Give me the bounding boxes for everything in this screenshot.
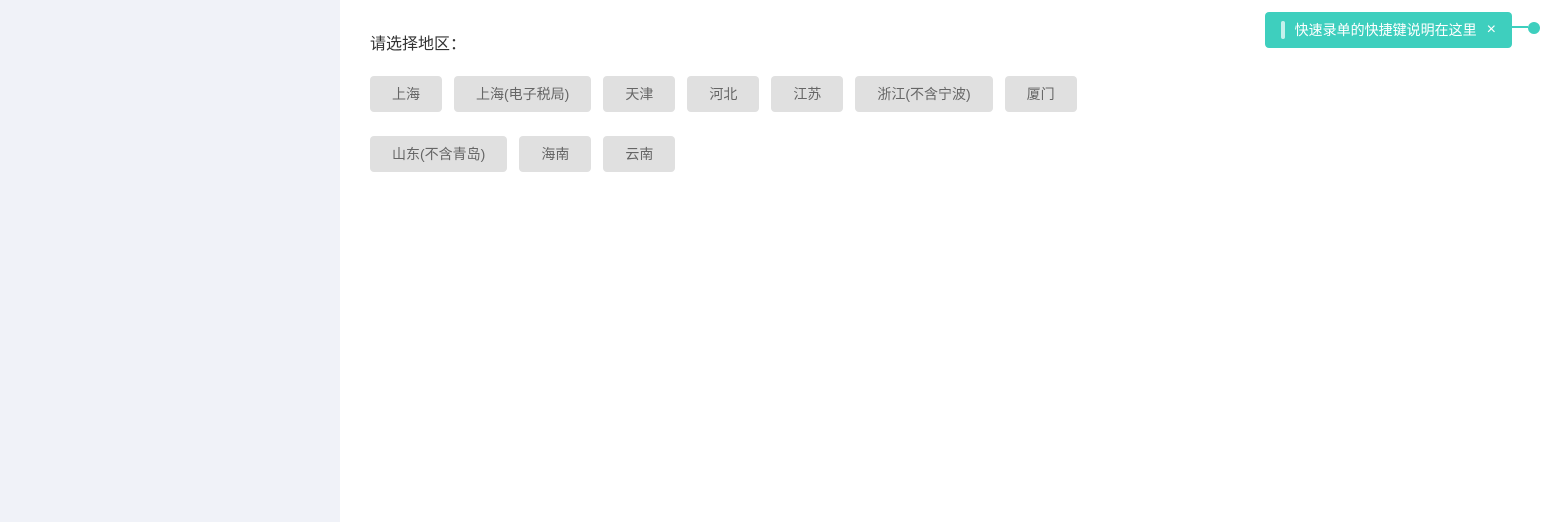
- tooltip-text: 快速录单的快捷键说明在这里: [1295, 20, 1477, 40]
- region-btn-jiangsu[interactable]: 江苏: [771, 76, 843, 112]
- region-btn-tianjin[interactable]: 天津: [603, 76, 675, 112]
- region-btn-hainan[interactable]: 海南: [519, 136, 591, 172]
- main-content: 请选择地区： 上海 上海(电子税局) 天津 河北 江苏 浙江(不含宁波) 厦门 …: [340, 0, 1562, 522]
- tooltip-banner: 快速录单的快捷键说明在这里 ×: [1265, 12, 1512, 48]
- region-btn-hebei[interactable]: 河北: [687, 76, 759, 112]
- region-btn-yunnan[interactable]: 云南: [603, 136, 675, 172]
- left-sidebar: [0, 0, 340, 522]
- region-btn-shandong[interactable]: 山东(不含青岛): [370, 136, 507, 172]
- tooltip-dot: [1528, 22, 1540, 34]
- region-btn-zhejiang[interactable]: 浙江(不含宁波): [855, 76, 992, 112]
- tooltip-connector-line: [1510, 26, 1528, 28]
- region-buttons: 上海 上海(电子税局) 天津 河北 江苏 浙江(不含宁波) 厦门 山东(不含青岛…: [370, 76, 1532, 172]
- region-btn-shanghai-etax[interactable]: 上海(电子税局): [454, 76, 591, 112]
- tooltip-close-button[interactable]: ×: [1487, 22, 1496, 38]
- region-btn-shanghai[interactable]: 上海: [370, 76, 442, 112]
- region-btn-xiamen[interactable]: 厦门: [1005, 76, 1077, 112]
- tooltip-bar: [1281, 21, 1285, 39]
